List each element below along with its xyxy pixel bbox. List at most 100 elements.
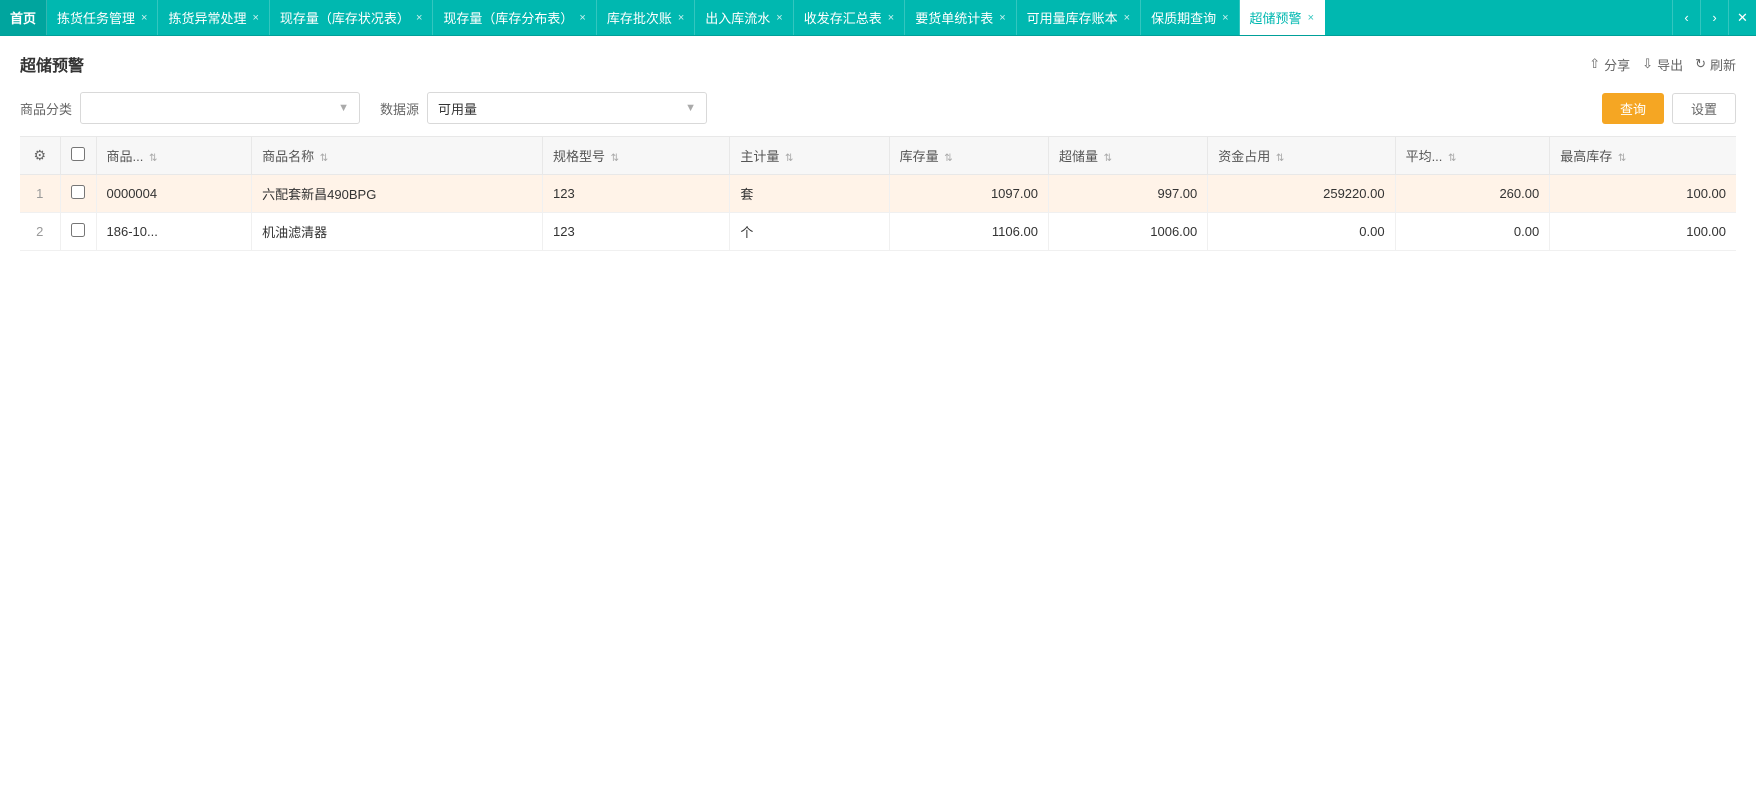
tab-close-icon[interactable]: × [141, 12, 147, 24]
nav-tabs: 拣货任务管理×拣货异常处理×现存量（库存状况表）×现存量（库存分布表）×库存批次… [47, 0, 1672, 36]
row-spec-2: 123 [543, 213, 730, 251]
table-body: 1 0000004 六配套新昌490BPG 123 套 1097.00 997.… [20, 175, 1736, 251]
row-select-checkbox-1[interactable] [71, 185, 85, 199]
select-all-checkbox[interactable] [71, 147, 85, 161]
nav-tab--------[interactable]: 可用量库存账本× [1017, 0, 1141, 36]
nav-tab-------[interactable]: 拣货任务管理× [47, 0, 158, 36]
th-max-stock[interactable]: 最高库存 ⇅ [1550, 137, 1736, 175]
nav-tab------[interactable]: 出入库流水× [695, 0, 793, 36]
row-over-stock-1: 997.00 [1048, 175, 1207, 213]
tab-close-icon[interactable]: × [579, 12, 585, 24]
refresh-icon: ↻ [1695, 56, 1706, 72]
th-capital-use-label: 资金占用 [1218, 149, 1270, 164]
nav-tab-----[interactable]: 超储预警× [1240, 0, 1325, 36]
sort-over-stock-icon: ⇅ [1104, 153, 1112, 164]
export-button[interactable]: ⇩ 导出 [1642, 55, 1683, 74]
sort-spec-icon: ⇅ [611, 153, 619, 164]
filter-row: 商品分类 ▼ 数据源 可用量 ▼ 查询 设置 [20, 92, 1736, 124]
sort-product-name-icon: ⇅ [320, 153, 328, 164]
row-unit-2: 个 [730, 213, 889, 251]
nav-close-arrow[interactable]: ✕ [1728, 0, 1756, 36]
tab-close-icon[interactable]: × [888, 12, 894, 24]
category-label: 商品分类 [20, 99, 72, 118]
tab-close-icon[interactable]: × [1308, 12, 1314, 24]
table-container: ⚙ 商品... ⇅ 商品名称 ⇅ 规格型号 ⇅ [20, 136, 1736, 251]
gear-icon: ⚙ [33, 147, 46, 163]
query-button[interactable]: 查询 [1602, 93, 1664, 124]
sort-capital-use-icon: ⇅ [1276, 153, 1284, 164]
row-capital-use-2: 0.00 [1208, 213, 1395, 251]
nav-tab-------[interactable]: 收发存汇总表× [794, 0, 905, 36]
tab-close-icon[interactable]: × [416, 12, 422, 24]
th-max-stock-label: 最高库存 [1560, 149, 1612, 164]
nav-tab-------[interactable]: 拣货异常处理× [158, 0, 269, 36]
nav-tab-------[interactable]: 要货单统计表× [905, 0, 1016, 36]
category-chevron-icon: ▼ [338, 102, 349, 114]
row-product-code-2: 186-10... [96, 213, 252, 251]
row-checkbox-2[interactable] [60, 213, 96, 251]
tab-close-icon[interactable]: × [1222, 12, 1228, 24]
th-stock-label: 库存量 [900, 149, 939, 164]
category-select[interactable]: ▼ [80, 92, 360, 124]
filter-buttons: 查询 设置 [1602, 93, 1736, 124]
th-product-code[interactable]: 商品... ⇅ [96, 137, 252, 175]
nav-home[interactable]: 首页 [0, 0, 47, 36]
row-select-checkbox-2[interactable] [71, 223, 85, 237]
share-button[interactable]: ⇧ 分享 [1589, 55, 1630, 74]
row-avg-2: 0.00 [1395, 213, 1550, 251]
sort-unit-icon: ⇅ [785, 153, 793, 164]
nav-tab------[interactable]: 库存批次账× [597, 0, 695, 36]
th-spec-label: 规格型号 [553, 149, 605, 164]
row-product-name-1: 六配套新昌490BPG [252, 175, 543, 213]
export-icon: ⇩ [1642, 56, 1653, 72]
tab-close-icon[interactable]: × [776, 12, 782, 24]
th-stock[interactable]: 库存量 ⇅ [889, 137, 1048, 175]
table-header-row: ⚙ 商品... ⇅ 商品名称 ⇅ 规格型号 ⇅ [20, 137, 1736, 175]
th-checkbox[interactable] [60, 137, 96, 175]
th-avg[interactable]: 平均... ⇅ [1395, 137, 1550, 175]
nav-tab-----------[interactable]: 现存量（库存状况表）× [270, 0, 433, 36]
sort-avg-icon: ⇅ [1448, 153, 1456, 164]
settings-button[interactable]: 设置 [1672, 93, 1736, 124]
th-settings[interactable]: ⚙ [20, 137, 60, 175]
sort-product-code-icon: ⇅ [149, 153, 157, 164]
share-icon: ⇧ [1589, 56, 1600, 72]
nav-prev-arrow[interactable]: ‹ [1672, 0, 1700, 36]
nav-next-arrow[interactable]: › [1700, 0, 1728, 36]
th-unit[interactable]: 主计量 ⇅ [730, 137, 889, 175]
datasource-select[interactable]: 可用量 ▼ [427, 92, 707, 124]
th-product-name-label: 商品名称 [262, 149, 314, 164]
row-checkbox-1[interactable] [60, 175, 96, 213]
page-title: 超储预警 [20, 52, 84, 76]
tab-close-icon[interactable]: × [1124, 12, 1130, 24]
th-spec[interactable]: 规格型号 ⇅ [543, 137, 730, 175]
th-capital-use[interactable]: 资金占用 ⇅ [1208, 137, 1395, 175]
th-over-stock[interactable]: 超储量 ⇅ [1048, 137, 1207, 175]
row-max-stock-1: 100.00 [1550, 175, 1736, 213]
nav-bar: 首页 拣货任务管理×拣货异常处理×现存量（库存状况表）×现存量（库存分布表）×库… [0, 0, 1756, 36]
row-spec-1: 123 [543, 175, 730, 213]
table-row: 2 186-10... 机油滤清器 123 个 1106.00 1006.00 … [20, 213, 1736, 251]
refresh-button[interactable]: ↻ 刷新 [1695, 55, 1736, 74]
row-max-stock-2: 100.00 [1550, 213, 1736, 251]
tab-close-icon[interactable]: × [252, 12, 258, 24]
datasource-chevron-icon: ▼ [685, 102, 696, 114]
row-avg-1: 260.00 [1395, 175, 1550, 213]
header-actions: ⇧ 分享 ⇩ 导出 ↻ 刷新 [1589, 55, 1736, 74]
nav-tab------[interactable]: 保质期查询× [1141, 0, 1239, 36]
sort-stock-icon: ⇅ [944, 153, 952, 164]
row-num-1: 1 [20, 175, 60, 213]
tab-close-icon[interactable]: × [999, 12, 1005, 24]
th-product-name[interactable]: 商品名称 ⇅ [252, 137, 543, 175]
row-stock-2: 1106.00 [889, 213, 1048, 251]
table-row: 1 0000004 六配套新昌490BPG 123 套 1097.00 997.… [20, 175, 1736, 213]
row-stock-1: 1097.00 [889, 175, 1048, 213]
tab-close-icon[interactable]: × [678, 12, 684, 24]
nav-tab-----------[interactable]: 现存量（库存分布表）× [433, 0, 596, 36]
datasource-label: 数据源 [380, 99, 419, 118]
datasource-select-value: 可用量 [438, 99, 477, 118]
datasource-filter-group: 数据源 可用量 ▼ [380, 92, 707, 124]
main-content: 超储预警 ⇧ 分享 ⇩ 导出 ↻ 刷新 商品分类 ▼ 数据源 [0, 36, 1756, 800]
th-product-code-label: 商品... [107, 149, 144, 164]
row-capital-use-1: 259220.00 [1208, 175, 1395, 213]
